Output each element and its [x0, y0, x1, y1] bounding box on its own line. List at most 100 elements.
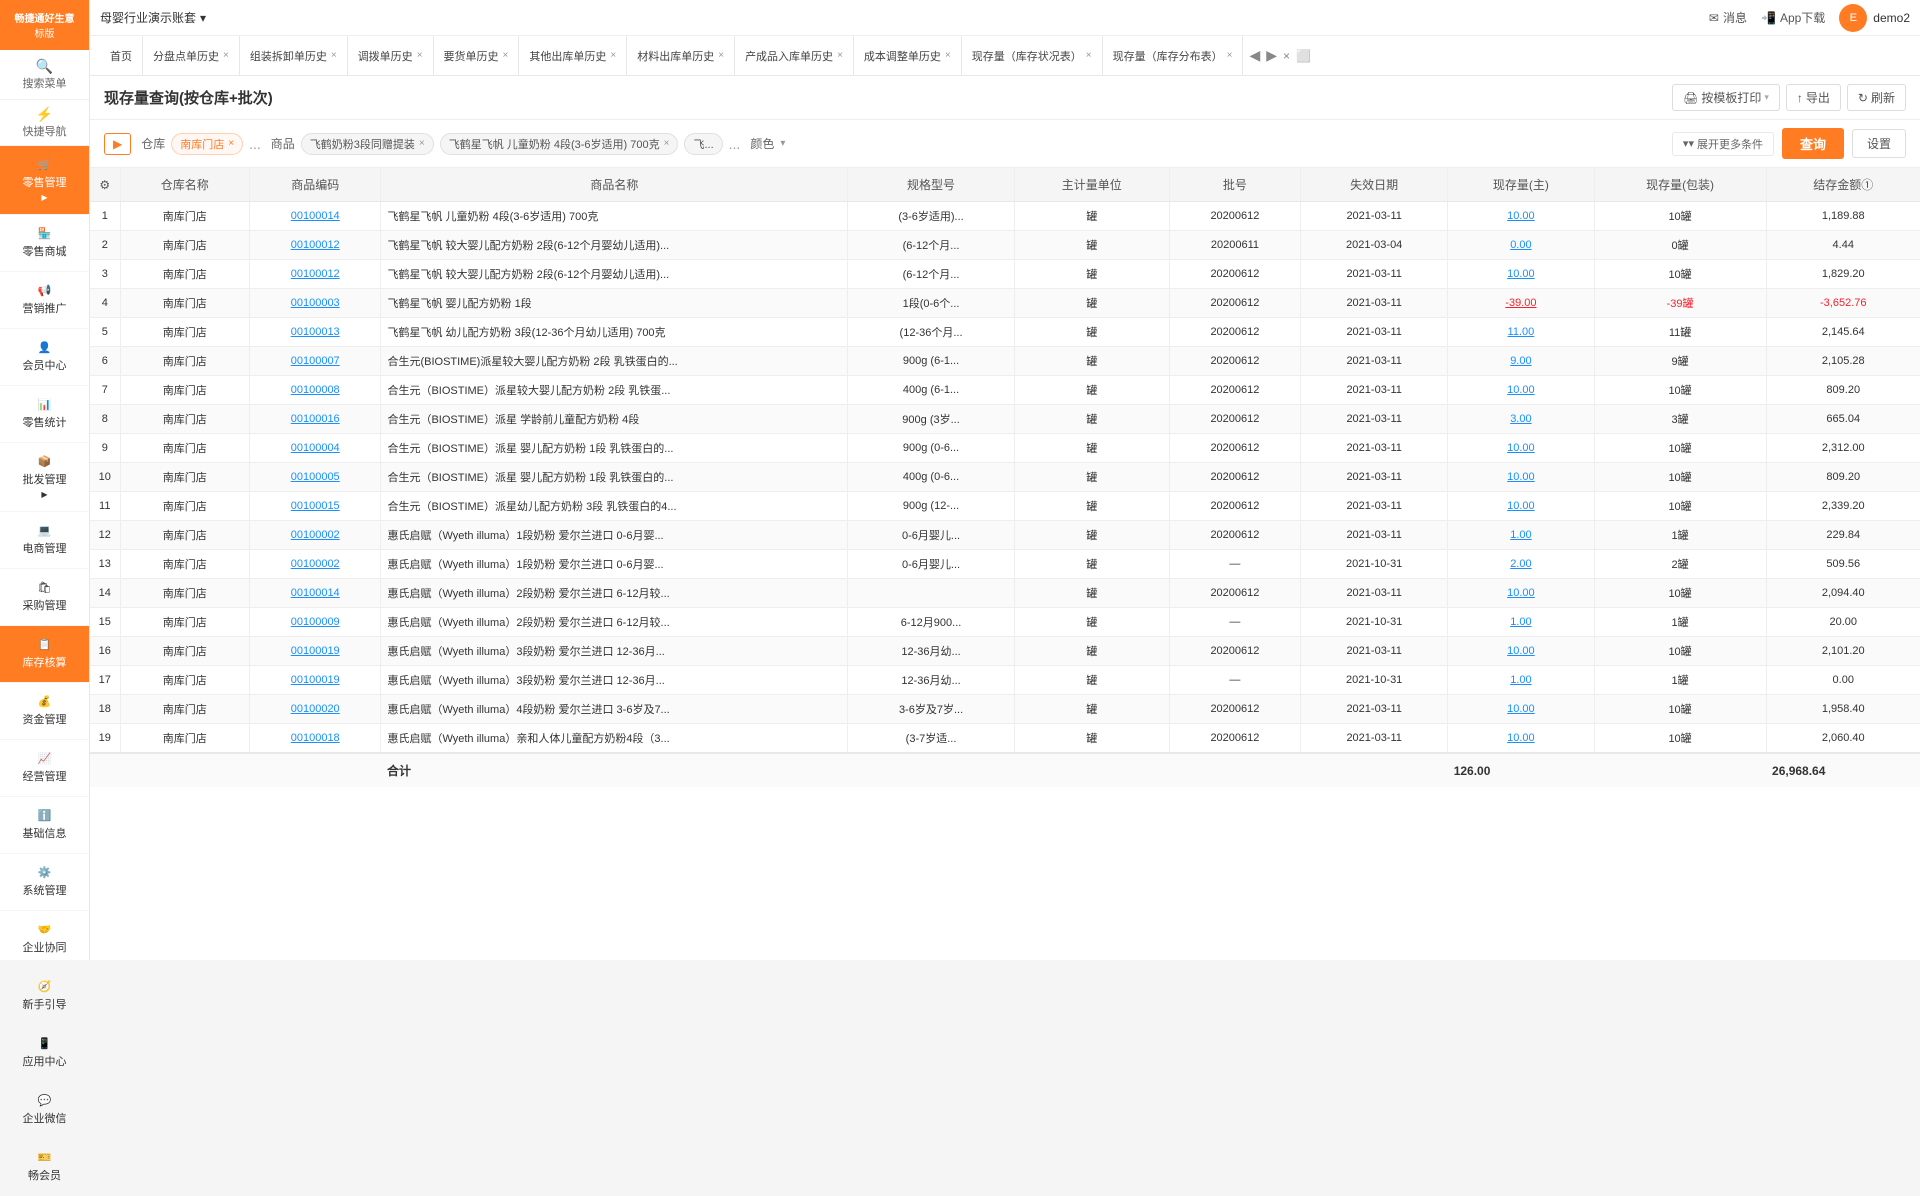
tab-inventory-check-history[interactable]: 分盘点单历史 ×: [143, 36, 240, 76]
row-qty-main[interactable]: 10.00: [1448, 492, 1594, 521]
marketing-icon: 📢: [38, 284, 52, 297]
tab-stock-status[interactable]: 现存量（库存状况表） ×: [962, 36, 1103, 76]
tab-close-9[interactable]: ×: [1227, 50, 1233, 61]
row-qty-main[interactable]: 10.00: [1448, 260, 1594, 289]
tab-home[interactable]: 首页: [100, 36, 143, 76]
tab-close-5[interactable]: ×: [718, 50, 724, 61]
tab-assembly-history[interactable]: 组装拆卸单历史 ×: [240, 36, 348, 76]
col-spec: 规格型号: [848, 168, 1014, 202]
tab-product-in-history[interactable]: 产成品入库单历史 ×: [735, 36, 854, 76]
row-qty-main[interactable]: 10.00: [1448, 724, 1594, 754]
sidebar-item-purchase[interactable]: 🛍 采购管理: [0, 569, 89, 626]
sidebar-item-member[interactable]: 👤 会员中心: [0, 329, 89, 386]
row-qty-main[interactable]: 11.00: [1448, 318, 1594, 347]
row-qty-main[interactable]: 1.00: [1448, 608, 1594, 637]
row-name: 飞鹤星飞帆 儿童奶粉 4段(3-6岁适用) 700克: [381, 202, 848, 231]
retail-management-icon: 🛒: [38, 158, 52, 171]
row-qty-main[interactable]: 10.00: [1448, 463, 1594, 492]
row-qty-pack: 9罐: [1594, 347, 1766, 376]
tab-stock-distribution[interactable]: 现存量（库存分布表） ×: [1103, 36, 1244, 76]
sidebar-item-inventory[interactable]: 📋 库存核算: [0, 626, 89, 683]
row-expire: 2021-10-31: [1301, 550, 1448, 579]
settings-button[interactable]: 设置: [1852, 129, 1906, 158]
goods-tag-1[interactable]: 飞鹤奶粉3段同赠提装 ×: [301, 133, 434, 155]
export-button[interactable]: ↑ 导出: [1786, 84, 1841, 111]
row-qty-main[interactable]: 10.00: [1448, 637, 1594, 666]
goods-tag-2-close-icon[interactable]: ×: [664, 138, 670, 149]
sidebar-item-enterprise[interactable]: 🤝 企业协同: [0, 911, 89, 968]
row-name: 合生元（BIOSTIME）派星较大婴儿配方奶粉 2段 乳铁蛋...: [381, 376, 848, 405]
sidebar-item-member-vip[interactable]: 🎫 畅会员: [0, 1139, 89, 1196]
sidebar-item-ecommerce[interactable]: 💻 电商管理: [0, 512, 89, 569]
sidebar-item-search[interactable]: 🔍 搜索菜单: [0, 50, 89, 100]
expand-more-button[interactable]: ▾▾ 展开更多条件: [1672, 132, 1774, 156]
row-qty-main[interactable]: 2.00: [1448, 550, 1594, 579]
tab-close-1[interactable]: ×: [331, 50, 337, 61]
row-qty-main[interactable]: 10.00: [1448, 434, 1594, 463]
sidebar-item-finance[interactable]: 💰 资金管理: [0, 683, 89, 740]
sidebar-item-marketing[interactable]: 📢 营销推广: [0, 272, 89, 329]
warehouse-tag[interactable]: 南库门店 ×: [171, 133, 243, 155]
col-settings[interactable]: ⚙: [90, 168, 120, 202]
tab-order-history[interactable]: 要货单历史 ×: [434, 36, 520, 76]
sidebar-item-retail-store[interactable]: 🏪 零售商城: [0, 215, 89, 272]
color-arrow-icon[interactable]: ▾: [780, 138, 785, 149]
sidebar-item-retail-management[interactable]: 🛒 零售管理 ▶: [0, 146, 89, 215]
goods-more-icon[interactable]: ...: [729, 136, 741, 152]
sidebar-logo[interactable]: 畅捷通好生意 标版: [0, 0, 89, 50]
col-balance: 结存金额①: [1766, 168, 1920, 202]
warehouse-close-icon[interactable]: ×: [228, 138, 234, 149]
row-qty-main[interactable]: 10.00: [1448, 695, 1594, 724]
row-qty-main[interactable]: 10.00: [1448, 376, 1594, 405]
message-btn[interactable]: ✉ 消息: [1709, 9, 1747, 26]
sidebar-item-wholesale[interactable]: 📦 批发管理 ▶: [0, 443, 89, 512]
goods-tag-1-close-icon[interactable]: ×: [419, 138, 425, 149]
tab-close-8[interactable]: ×: [1086, 50, 1092, 61]
row-qty-main[interactable]: 9.00: [1448, 347, 1594, 376]
tab-maximize-icon[interactable]: ⬜: [1294, 47, 1313, 65]
row-code: 00100002: [249, 550, 380, 579]
tab-cost-adjust-history[interactable]: 成本调整单历史 ×: [854, 36, 962, 76]
sidebar-item-operation[interactable]: 📈 经营管理: [0, 740, 89, 797]
row-qty-main[interactable]: 1.00: [1448, 521, 1594, 550]
expand-filter-button[interactable]: ▶: [104, 133, 131, 155]
sidebar-item-basic-info[interactable]: ℹ️ 基础信息: [0, 797, 89, 854]
tab-close-2[interactable]: ×: [417, 50, 423, 61]
tab-transfer-history[interactable]: 调拨单历史 ×: [348, 36, 434, 76]
tab-other-out-history[interactable]: 其他出库单历史 ×: [519, 36, 627, 76]
tab-prev-icon[interactable]: ◀: [1247, 45, 1262, 66]
tab-close-7[interactable]: ×: [945, 50, 951, 61]
tab-close-4[interactable]: ×: [610, 50, 616, 61]
row-qty-main[interactable]: -39.00: [1448, 289, 1594, 318]
account-selector[interactable]: 母婴行业演示账套 ▾: [100, 9, 206, 26]
user-avatar[interactable]: E: [1839, 4, 1867, 32]
query-button[interactable]: 查询: [1782, 128, 1844, 159]
sidebar-item-retail-stats[interactable]: 📊 零售统计: [0, 386, 89, 443]
row-qty-main[interactable]: 0.00: [1448, 231, 1594, 260]
tab-close-3[interactable]: ×: [503, 50, 509, 61]
refresh-button[interactable]: ↻ 刷新: [1847, 84, 1906, 111]
user-name[interactable]: demo2: [1873, 11, 1910, 25]
row-balance: 2,105.28: [1766, 347, 1920, 376]
tab-close-current-icon[interactable]: ×: [1281, 47, 1292, 65]
warehouse-more-icon[interactable]: ...: [249, 136, 261, 152]
row-qty-main[interactable]: 10.00: [1448, 202, 1594, 231]
print-button[interactable]: 🖨 按模板打印 ▾: [1672, 84, 1780, 111]
goods-tag-2[interactable]: 飞鹤星飞帆 儿童奶粉 4段(3-6岁适用) 700克 ×: [440, 133, 679, 155]
goods-tag-3[interactable]: 飞...: [684, 133, 722, 155]
sidebar-item-wechat[interactable]: 💬 企业微信: [0, 1082, 89, 1139]
row-qty-main[interactable]: 3.00: [1448, 405, 1594, 434]
sidebar-item-system[interactable]: ⚙️ 系统管理: [0, 854, 89, 911]
right-filter-area: ▾▾ 展开更多条件 查询 设置: [1672, 128, 1906, 159]
sidebar-item-quick-nav[interactable]: ⚡ 快捷导航: [0, 100, 89, 146]
row-qty-main[interactable]: 1.00: [1448, 666, 1594, 695]
tab-close-6[interactable]: ×: [837, 50, 843, 61]
tab-close-0[interactable]: ×: [223, 50, 229, 61]
tab-material-out-history[interactable]: 材料出库单历史 ×: [627, 36, 735, 76]
row-qty-main[interactable]: 10.00: [1448, 579, 1594, 608]
tab-next-icon[interactable]: ▶: [1264, 45, 1279, 66]
app-download-btn[interactable]: 📲 App下载: [1761, 9, 1825, 26]
row-expire: 2021-03-11: [1301, 260, 1448, 289]
sidebar-item-new-guide[interactable]: 🧭 新手引导: [0, 968, 89, 1025]
sidebar-item-app-center[interactable]: 📱 应用中心: [0, 1025, 89, 1082]
